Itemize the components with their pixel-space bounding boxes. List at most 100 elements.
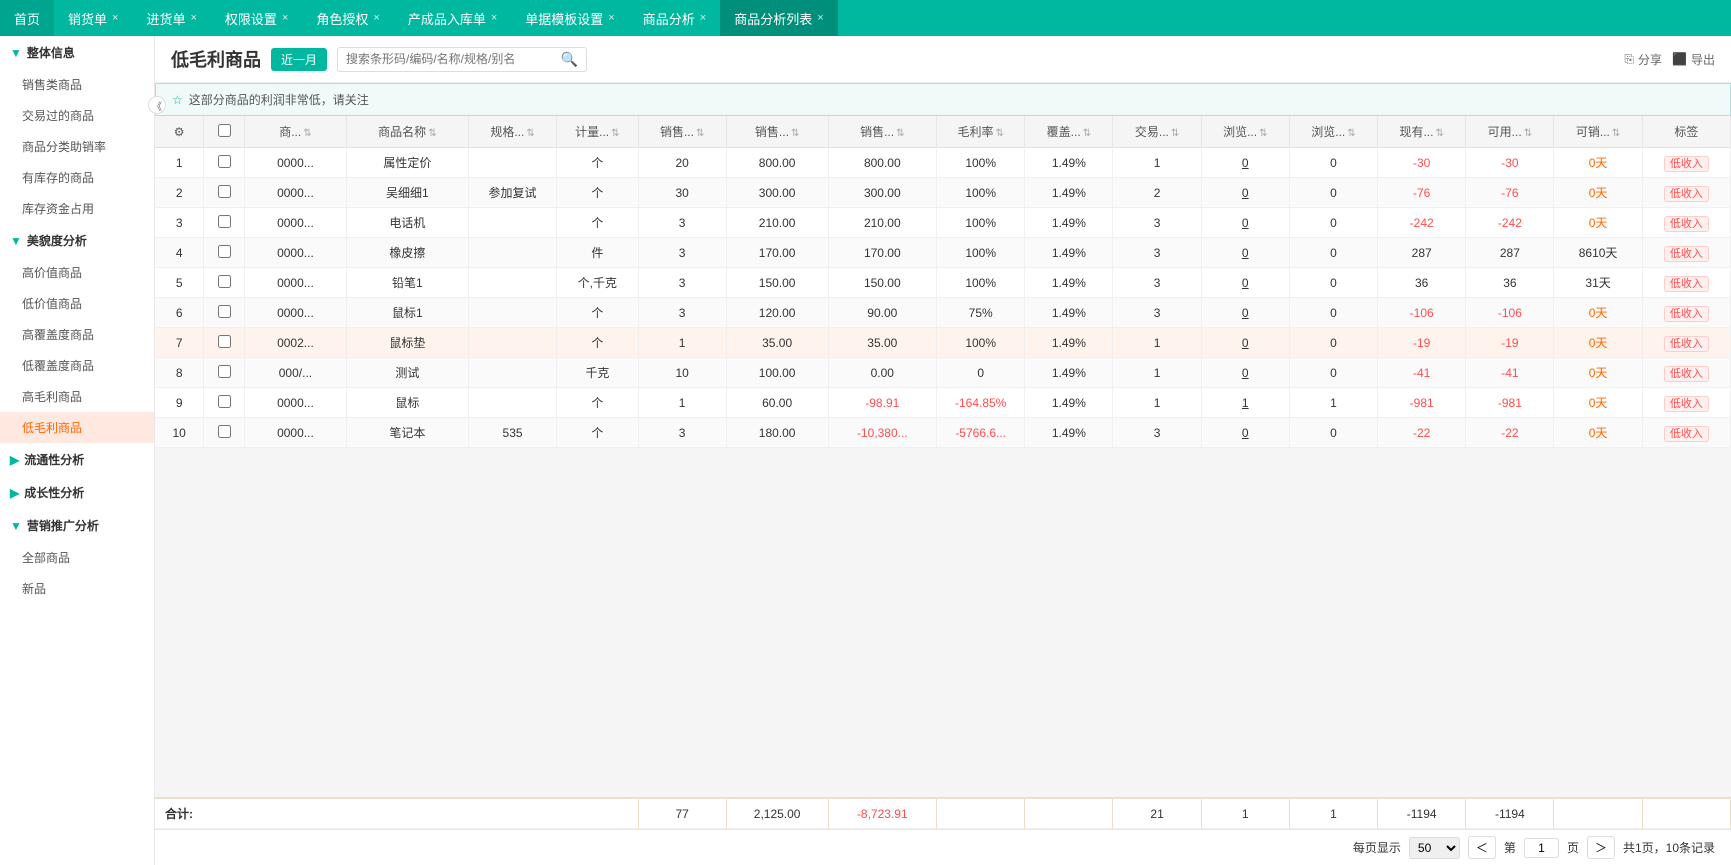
row-select-checkbox[interactable]	[218, 365, 231, 378]
col-available-stock[interactable]: 可用...⇅	[1466, 116, 1554, 148]
close-sales-icon[interactable]: ×	[112, 12, 118, 24]
row-browse1[interactable]: 0	[1201, 208, 1289, 238]
sidebar-item-high-value[interactable]: 高价值商品	[0, 257, 154, 288]
row-select-checkbox[interactable]	[218, 425, 231, 438]
row-select-checkbox[interactable]	[218, 305, 231, 318]
row-name[interactable]: 测试	[346, 358, 468, 388]
sidebar-section-overall[interactable]: ▼ 整体信息	[0, 36, 154, 69]
col-unit[interactable]: 计量...⇅	[557, 116, 638, 148]
close-product-entry-icon[interactable]: ×	[491, 12, 497, 24]
close-purchase-icon[interactable]: ×	[190, 12, 196, 24]
row-browse1[interactable]: 0	[1201, 358, 1289, 388]
sidebar-item-stock-capital[interactable]: 库存资金占用	[0, 193, 154, 224]
row-select-checkbox[interactable]	[218, 395, 231, 408]
nav-item-home[interactable]: 首页	[0, 0, 54, 36]
sidebar-item-all-products[interactable]: 全部商品	[0, 542, 154, 573]
col-gross-margin[interactable]: 毛利率⇅	[937, 116, 1025, 148]
row-checkbox[interactable]	[204, 268, 245, 298]
filter-recent-month-button[interactable]: 近一月	[271, 48, 327, 71]
col-spec[interactable]: 规格...⇅	[468, 116, 556, 148]
page-input[interactable]	[1524, 838, 1559, 858]
sidebar-section-beauty[interactable]: ▼ 美貌度分析	[0, 224, 154, 257]
search-input[interactable]	[346, 52, 557, 66]
col-saleable-days[interactable]: 可销...⇅	[1554, 116, 1642, 148]
sidebar-item-stocked-products[interactable]: 有库存的商品	[0, 162, 154, 193]
row-browse1[interactable]: 0	[1201, 328, 1289, 358]
row-checkbox[interactable]	[204, 178, 245, 208]
row-checkbox[interactable]	[204, 418, 245, 448]
nav-item-purchase[interactable]: 进货单 ×	[132, 0, 210, 36]
sidebar-section-marketing[interactable]: ▼ 营销推广分析	[0, 509, 154, 542]
close-product-analysis-icon[interactable]: ×	[700, 12, 706, 24]
row-browse1[interactable]: 0	[1201, 178, 1289, 208]
col-current-stock[interactable]: 现有...⇅	[1378, 116, 1466, 148]
col-sales-profit[interactable]: 销售...⇅	[828, 116, 937, 148]
nav-item-template[interactable]: 单据模板设置 ×	[511, 0, 628, 36]
row-name[interactable]: 鼠标	[346, 388, 468, 418]
col-sales-qty[interactable]: 销售...⇅	[638, 116, 726, 148]
share-button[interactable]: ⎘ 分享	[1624, 51, 1662, 68]
col-checkbox[interactable]	[204, 116, 245, 148]
close-template-icon[interactable]: ×	[608, 12, 614, 24]
sidebar-item-low-coverage[interactable]: 低覆盖度商品	[0, 350, 154, 381]
close-permission-icon[interactable]: ×	[282, 12, 288, 24]
row-browse1[interactable]: 0	[1201, 418, 1289, 448]
row-browse1[interactable]: 0	[1201, 298, 1289, 328]
sidebar-item-high-coverage[interactable]: 高覆盖度商品	[0, 319, 154, 350]
row-checkbox[interactable]	[204, 148, 245, 178]
row-select-checkbox[interactable]	[218, 275, 231, 288]
row-select-checkbox[interactable]	[218, 185, 231, 198]
row-name[interactable]: 鼠标垫	[346, 328, 468, 358]
sidebar-item-traded-products[interactable]: 交易过的商品	[0, 100, 154, 131]
close-role-icon[interactable]: ×	[373, 12, 379, 24]
col-tag[interactable]: 标签	[1642, 116, 1730, 148]
row-name[interactable]: 电话机	[346, 208, 468, 238]
prev-page-button[interactable]: ＜	[1468, 836, 1496, 859]
row-browse1[interactable]: 0	[1201, 268, 1289, 298]
sidebar-item-high-margin[interactable]: 高毛利商品	[0, 381, 154, 412]
row-name[interactable]: 橡皮擦	[346, 238, 468, 268]
row-name[interactable]: 吴细细1	[346, 178, 468, 208]
sidebar-item-new-products[interactable]: 新品	[0, 573, 154, 604]
col-code[interactable]: 商...⇅	[245, 116, 347, 148]
row-checkbox[interactable]	[204, 388, 245, 418]
row-name[interactable]: 笔记本	[346, 418, 468, 448]
next-page-button[interactable]: ＞	[1587, 836, 1615, 859]
sidebar-item-sales-products[interactable]: 销售类商品	[0, 69, 154, 100]
col-settings[interactable]: ⚙	[155, 116, 204, 148]
row-checkbox[interactable]	[204, 208, 245, 238]
select-all-checkbox[interactable]	[218, 124, 231, 137]
row-browse1[interactable]: 0	[1201, 238, 1289, 268]
sidebar-item-low-margin[interactable]: 低毛利商品	[0, 412, 154, 443]
row-select-checkbox[interactable]	[218, 245, 231, 258]
sidebar-section-growth[interactable]: ▶ 成长性分析	[0, 476, 154, 509]
col-browse2[interactable]: 浏览...⇅	[1289, 116, 1377, 148]
nav-item-product-analysis[interactable]: 商品分析 ×	[629, 0, 720, 36]
row-select-checkbox[interactable]	[218, 155, 231, 168]
row-select-checkbox[interactable]	[218, 215, 231, 228]
row-checkbox[interactable]	[204, 238, 245, 268]
col-coverage[interactable]: 覆盖...⇅	[1025, 116, 1113, 148]
col-trade[interactable]: 交易...⇅	[1113, 116, 1201, 148]
nav-item-permission[interactable]: 权限设置 ×	[211, 0, 302, 36]
nav-item-product-entry[interactable]: 产成品入库单 ×	[394, 0, 511, 36]
sidebar-collapse-button[interactable]: 《	[148, 96, 166, 114]
row-browse1[interactable]: 1	[1201, 388, 1289, 418]
sidebar-section-liquidity[interactable]: ▶ 流通性分析	[0, 443, 154, 476]
row-checkbox[interactable]	[204, 358, 245, 388]
nav-item-sales[interactable]: 销货单 ×	[54, 0, 132, 36]
export-button[interactable]: ⬛ 导出	[1672, 51, 1715, 68]
row-name[interactable]: 铅笔1	[346, 268, 468, 298]
col-browse1[interactable]: 浏览...⇅	[1201, 116, 1289, 148]
row-name[interactable]: 鼠标1	[346, 298, 468, 328]
per-page-select[interactable]: 50 10 20 100	[1409, 837, 1460, 859]
sidebar-item-low-value[interactable]: 低价值商品	[0, 288, 154, 319]
nav-item-product-analysis-list[interactable]: 商品分析列表 ×	[720, 0, 837, 36]
nav-item-role[interactable]: 角色授权 ×	[302, 0, 393, 36]
row-select-checkbox[interactable]	[218, 335, 231, 348]
col-sales-amount[interactable]: 销售...⇅	[726, 116, 828, 148]
row-checkbox[interactable]	[204, 298, 245, 328]
close-analysis-list-icon[interactable]: ×	[817, 12, 823, 24]
col-name[interactable]: 商品名称⇅	[346, 116, 468, 148]
row-browse1[interactable]: 0	[1201, 148, 1289, 178]
